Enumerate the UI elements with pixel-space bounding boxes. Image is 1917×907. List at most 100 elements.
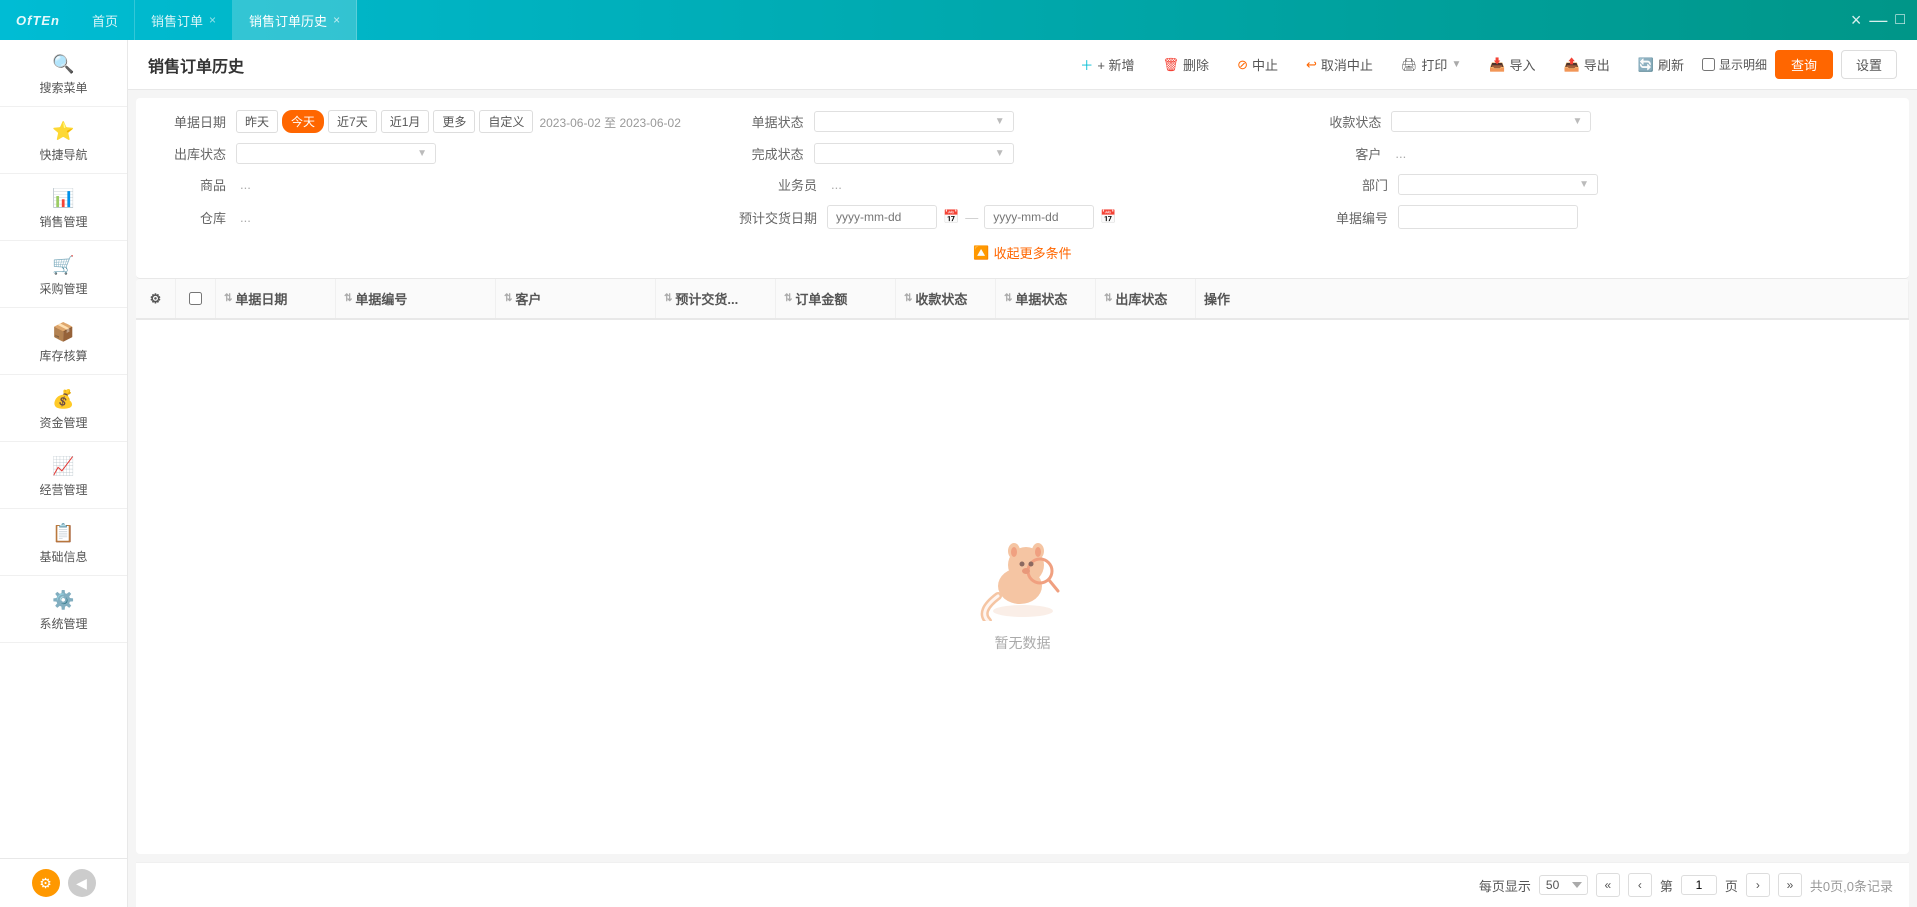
complete-status-control[interactable]: ▼ [814,143,1312,164]
date-btn-today[interactable]: 今天 [282,110,324,133]
purchase-mgmt-icon: 🛒 [52,255,74,276]
tab-sales-order[interactable]: 销售订单 × [135,0,233,40]
print-button[interactable]: 🖨 打印 ▼ [1391,51,1471,78]
sidebar-item-inventory-calc-label: 库存核算 [39,347,87,364]
order-number-control[interactable] [1398,205,1889,229]
sidebar-item-sales-mgmt[interactable]: 📊 销售管理 [0,174,127,241]
page-size-select[interactable]: 10 20 50 100 [1539,875,1588,895]
th-date[interactable]: ⇅ 单据日期 [216,279,336,318]
payment-status-control[interactable]: ▼ [1391,111,1889,132]
new-button[interactable]: ＋ + 新增 [1070,51,1144,78]
date-btn-1month[interactable]: 近1月 [381,110,430,133]
show-detail-toggle[interactable]: 显示明细 [1702,56,1767,73]
tab-home[interactable]: 首页 [76,0,135,40]
new-label: + 新增 [1097,55,1134,74]
refresh-button[interactable]: 🔄 刷新 [1628,51,1694,78]
delivery-end-input[interactable] [984,205,1094,229]
sidebar-item-system-mgmt-label: 系统管理 [39,615,87,632]
sidebar-item-purchase-mgmt[interactable]: 🛒 采购管理 [0,241,127,308]
sidebar-settings-btn[interactable]: ⚙ [32,869,60,897]
print-icon: 🖨 [1401,57,1418,73]
warehouse-picker[interactable]: ... [236,210,255,225]
tab-sales-order-history[interactable]: 销售订单历史 × [233,0,357,40]
order-status-control[interactable]: ▼ [814,111,1312,132]
main-layout: 🔍 搜索菜单 ⭐ 快捷导航 📊 销售管理 🛒 采购管理 📦 库存核算 💰 资金管… [0,40,1917,907]
sort-outbound-icon: ⇅ [1104,293,1112,304]
outbound-status-control[interactable]: ▼ [236,143,734,164]
th-amount[interactable]: ⇅ 订单金额 [776,279,896,318]
th-number-label: 单据编号 [355,289,407,308]
th-customer[interactable]: ⇅ 客户 [496,279,656,318]
delivery-start-input[interactable] [827,205,937,229]
salesperson-picker[interactable]: ... [827,177,846,192]
prev-page-btn[interactable]: ‹ [1628,873,1652,897]
department-arrow: ▼ [1579,179,1589,190]
sort-amount-icon: ⇅ [784,293,792,304]
complete-status-select[interactable]: ▼ [814,143,1014,164]
sidebar-item-operation-mgmt-label: 经营管理 [39,481,87,498]
delete-icon: 🗑 [1163,57,1180,73]
select-all-checkbox[interactable] [189,292,202,305]
warehouse-control[interactable]: ... [236,210,727,225]
delete-button[interactable]: 🗑 删除 [1153,51,1220,78]
page-number-input[interactable] [1681,875,1717,895]
stop-label: 中止 [1252,55,1278,74]
topbar-close-icon[interactable]: × [1851,10,1862,31]
sidebar-item-operation-mgmt[interactable]: 📈 经营管理 [0,442,127,509]
th-checkbox[interactable] [176,279,216,318]
sidebar-item-basic-info[interactable]: 📋 基础信息 [0,509,127,576]
salesperson-control[interactable]: ... [827,177,1318,192]
import-button[interactable]: 📥 导入 [1479,51,1545,78]
sidebar-item-inventory-calc[interactable]: 📦 库存核算 [0,308,127,375]
collapse-label: 收起更多条件 [994,243,1072,262]
customer-control[interactable]: ... [1391,146,1889,161]
page-header: 销售订单历史 ＋ + 新增 🗑 删除 ⊘ 中止 ↩ 取消中止 🖨 打印 ▼ [128,40,1917,90]
date-btn-more[interactable]: 更多 [433,110,475,133]
calendar-icon-start[interactable]: 📅 [943,209,959,225]
th-settings[interactable]: ⚙ [136,279,176,318]
settings-button[interactable]: 设置 [1841,50,1897,79]
th-delivery[interactable]: ⇅ 预计交货... [656,279,776,318]
query-button[interactable]: 查询 [1775,50,1833,79]
last-page-btn[interactable]: » [1778,873,1802,897]
cancel-stop-button[interactable]: ↩ 取消中止 [1296,51,1383,78]
th-outbound[interactable]: ⇅ 出库状态 [1096,279,1196,318]
sidebar-collapse-btn[interactable]: ◀ [68,869,96,897]
sidebar-item-finance-mgmt[interactable]: 💰 资金管理 [0,375,127,442]
order-number-input[interactable] [1398,205,1578,229]
payment-status-select[interactable]: ▼ [1391,111,1591,132]
sidebar-item-system-mgmt[interactable]: ⚙️ 系统管理 [0,576,127,643]
goods-picker[interactable]: ... [236,177,255,192]
department-control[interactable]: ▼ [1398,174,1889,195]
calendar-icon-end[interactable]: 📅 [1100,209,1116,225]
expected-delivery-control[interactable]: 📅 — 📅 [827,205,1318,229]
th-status-label: 单据状态 [1015,289,1067,308]
customer-picker[interactable]: ... [1391,146,1410,161]
complete-status-label: 完成状态 [734,144,814,163]
date-btn-yesterday[interactable]: 昨天 [236,110,278,133]
column-settings-icon[interactable]: ⚙ [150,291,162,307]
goods-control[interactable]: ... [236,177,727,192]
export-button[interactable]: 📤 导出 [1554,51,1620,78]
export-label: 导出 [1584,55,1610,74]
th-status[interactable]: ⇅ 单据状态 [996,279,1096,318]
order-status-select[interactable]: ▼ [814,111,1014,132]
sidebar-item-search-menu[interactable]: 🔍 搜索菜单 [0,40,127,107]
sidebar: 🔍 搜索菜单 ⭐ 快捷导航 📊 销售管理 🛒 采购管理 📦 库存核算 💰 资金管… [0,40,128,907]
first-page-btn[interactable]: « [1596,873,1620,897]
topbar-minimize-icon[interactable]: — [1869,10,1887,31]
date-btn-7days[interactable]: 近7天 [328,110,377,133]
outbound-status-select[interactable]: ▼ [236,143,436,164]
show-detail-checkbox[interactable] [1702,58,1715,71]
collapse-row[interactable]: 🔼 收起更多条件 [156,239,1889,266]
stop-button[interactable]: ⊘ 中止 [1227,51,1288,78]
topbar-maximize-icon[interactable]: □ [1895,11,1905,29]
tab-sales-order-close[interactable]: × [209,13,216,27]
th-payment[interactable]: ⇅ 收款状态 [896,279,996,318]
sidebar-item-quick-nav[interactable]: ⭐ 快捷导航 [0,107,127,174]
tab-sales-order-history-close[interactable]: × [333,13,340,27]
next-page-btn[interactable]: › [1746,873,1770,897]
department-select[interactable]: ▼ [1398,174,1598,195]
th-number[interactable]: ⇅ 单据编号 [336,279,496,318]
date-btn-custom[interactable]: 自定义 [479,110,533,133]
